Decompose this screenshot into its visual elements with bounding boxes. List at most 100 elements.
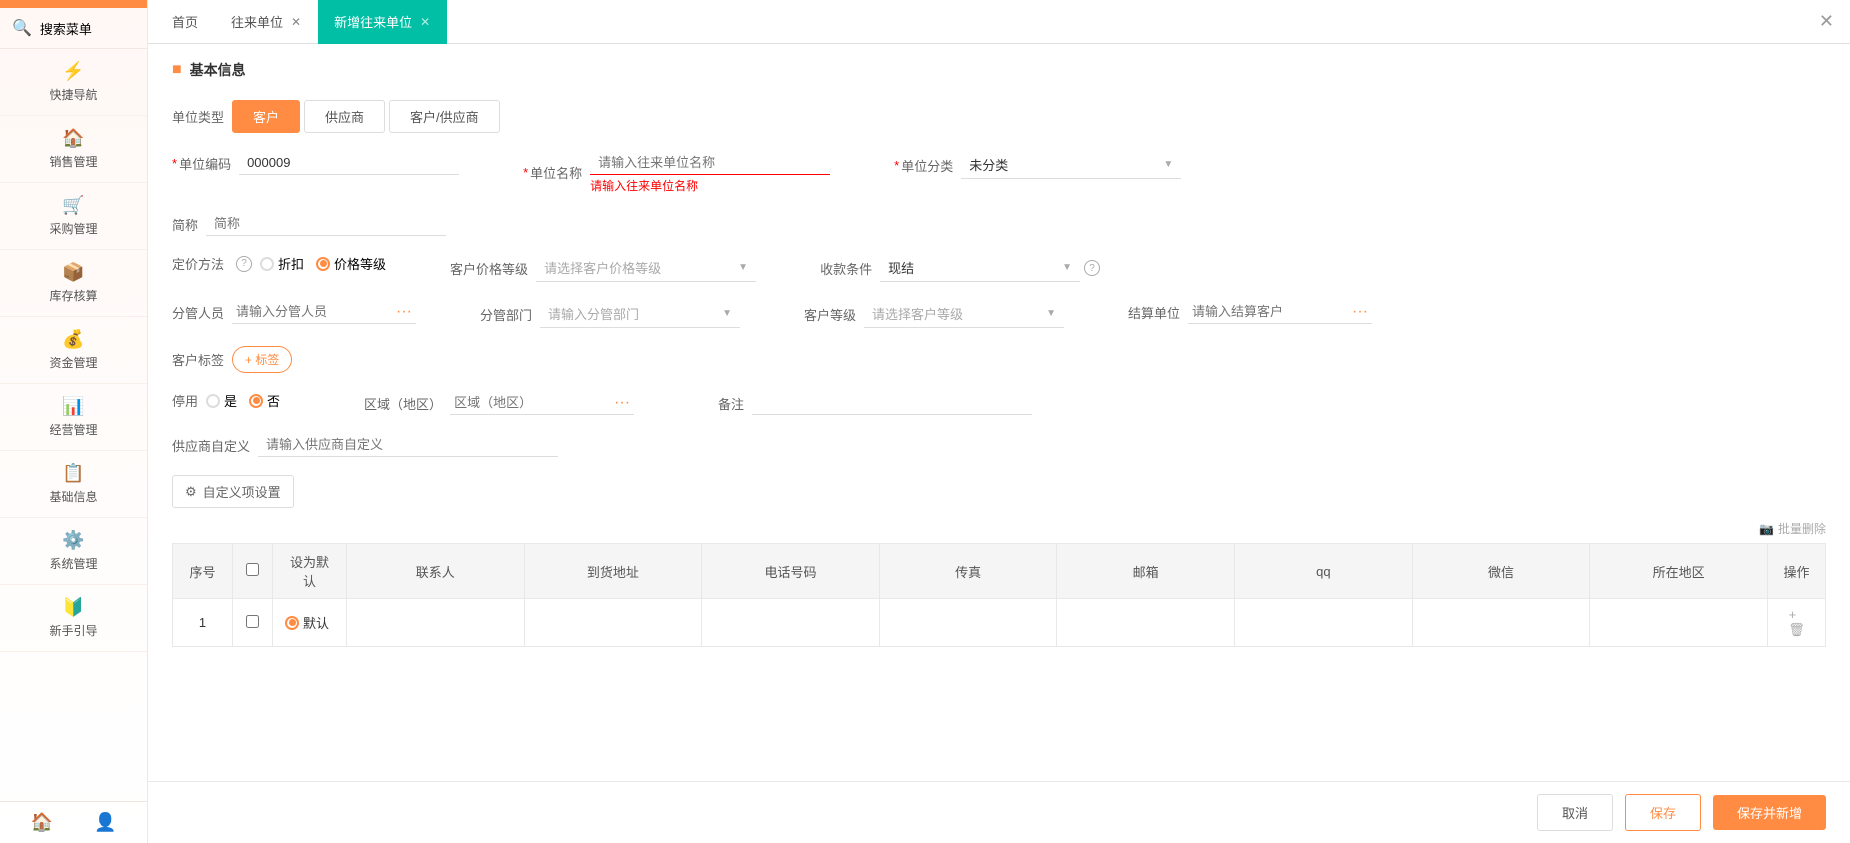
unit-type-row: 单位类型 客户 供应商 客户/供应商 [172, 100, 1826, 133]
department-arrow-icon: ▼ [722, 308, 732, 319]
row-phone-input[interactable] [714, 615, 867, 630]
purchase-icon: 🛒 [62, 195, 84, 216]
customer-level-label: 客户等级 [804, 305, 856, 324]
th-region: 所在地区 [1590, 544, 1768, 599]
row-add-icon[interactable]: + [1789, 607, 1797, 622]
row-contact[interactable] [347, 599, 525, 647]
sidebar-item-label: 系统管理 [49, 555, 97, 572]
type-btn-customer[interactable]: 客户 [232, 100, 300, 133]
disabled-radio-no-label: 否 [267, 391, 280, 410]
abbr-row: 简称 [172, 212, 1826, 236]
add-tag-button[interactable]: + 标签 [232, 346, 292, 373]
tab-counterparties-close[interactable]: ✕ [291, 15, 301, 29]
department-select[interactable]: 请输入分管部门 ▼ [540, 300, 740, 328]
settlement-unit-label: 结算单位 [1128, 303, 1180, 322]
sidebar-item-sales[interactable]: 🏠 销售管理 [0, 116, 147, 183]
row-region[interactable] [1590, 599, 1768, 647]
row-phone[interactable] [702, 599, 880, 647]
disabled-radio-no-outer [249, 394, 263, 408]
type-btn-supplier[interactable]: 供应商 [304, 100, 385, 133]
sidebar-home-icon[interactable]: 🏠 [31, 812, 53, 833]
supplier-custom-input[interactable] [258, 433, 558, 457]
row-region-input[interactable] [1602, 615, 1755, 630]
unit-category-select[interactable]: 未分类 ▼ [961, 151, 1181, 179]
row-checkbox[interactable] [233, 599, 273, 647]
region-input[interactable] [450, 391, 610, 414]
unit-type-label: 单位类型 [172, 107, 224, 126]
sidebar-item-base-info[interactable]: 📋 基础信息 [0, 451, 147, 518]
sidebar-bottom: 🏠 👤 [0, 801, 147, 843]
disabled-radio-yes-label: 是 [224, 391, 237, 410]
sidebar-item-label: 快捷导航 [49, 86, 97, 103]
unit-type-buttons: 客户 供应商 客户/供应商 [232, 100, 500, 133]
batch-delete-label[interactable]: 批量删除 [1778, 520, 1826, 537]
customer-level-field: 客户等级 请选择客户等级 ▼ [804, 300, 1064, 328]
tab-bar-close-icon[interactable]: ✕ [1811, 11, 1842, 32]
tab-counterparties[interactable]: 往来单位 ✕ [215, 0, 318, 44]
disabled-radio-no[interactable]: 否 [249, 391, 280, 410]
th-checkbox[interactable] [233, 544, 273, 599]
row-delivery-addr[interactable] [524, 599, 702, 647]
row-email[interactable] [1057, 599, 1235, 647]
remark-input[interactable] [752, 391, 1032, 415]
row-wechat[interactable] [1412, 599, 1590, 647]
row-delivery-addr-input[interactable] [537, 615, 690, 630]
customer-level-arrow-icon: ▼ [1046, 308, 1056, 319]
sidebar-item-inventory[interactable]: 📦 库存核算 [0, 250, 147, 317]
row-delete-icon[interactable]: 🗑 [1788, 622, 1805, 637]
sidebar-user-icon[interactable]: 👤 [94, 812, 116, 833]
row-contact-input[interactable] [359, 615, 512, 630]
customer-level-select[interactable]: 请选择客户等级 ▼ [864, 300, 1064, 328]
abbr-input[interactable] [206, 212, 446, 236]
disabled-radio-yes[interactable]: 是 [206, 391, 237, 410]
sidebar-search[interactable]: 🔍 搜索菜单 [0, 8, 147, 49]
custom-settings-button[interactable]: ⚙ 自定义项设置 [172, 475, 294, 508]
row-qq[interactable] [1234, 599, 1412, 647]
sidebar-item-purchase[interactable]: 🛒 采购管理 [0, 183, 147, 250]
settlement-unit-ellipsis-icon[interactable]: ··· [1348, 303, 1372, 321]
sidebar-item-new-guide[interactable]: 🔰 新手引导 [0, 585, 147, 652]
row-checkbox-input[interactable] [246, 615, 259, 628]
type-btn-both[interactable]: 客户/供应商 [389, 100, 500, 133]
sidebar-item-operations[interactable]: 📊 经营管理 [0, 384, 147, 451]
department-placeholder: 请输入分管部门 [548, 304, 639, 323]
manager-ellipsis-icon[interactable]: ··· [392, 303, 416, 321]
payment-terms-select[interactable]: 现结 ▼ [880, 254, 1080, 282]
customer-price-level-select[interactable]: 请选择客户价格等级 ▼ [536, 254, 756, 282]
cancel-button[interactable]: 取消 [1537, 794, 1613, 831]
row-default[interactable]: 默认 [273, 599, 347, 647]
sidebar-item-system[interactable]: ⚙️ 系统管理 [0, 518, 147, 585]
unit-code-input[interactable] [239, 151, 459, 175]
th-fax: 传真 [879, 544, 1057, 599]
sidebar-item-label: 采购管理 [49, 220, 97, 237]
th-seq: 序号 [173, 544, 233, 599]
save-button[interactable]: 保存 [1625, 794, 1701, 831]
row-fax[interactable] [879, 599, 1057, 647]
settlement-unit-input[interactable] [1188, 300, 1348, 323]
new-guide-icon: 🔰 [62, 597, 84, 618]
tab-new-counterparty[interactable]: 新增往来单位 ✕ [318, 0, 447, 44]
disabled-radio-group: 是 否 [206, 391, 280, 410]
sidebar-item-finance[interactable]: 💰 资金管理 [0, 317, 147, 384]
pricing-radio-price-level[interactable]: 价格等级 [316, 254, 386, 273]
row-default-radio[interactable]: 默认 [285, 613, 334, 632]
row-email-input[interactable] [1069, 615, 1222, 630]
tab-home[interactable]: 首页 [156, 0, 215, 44]
save-new-button[interactable]: 保存并新增 [1713, 795, 1826, 830]
select-all-checkbox[interactable] [246, 563, 259, 576]
sidebar-item-quick-nav[interactable]: ⚡ 快捷导航 [0, 49, 147, 116]
unit-category-label: 单位分类 [901, 156, 953, 175]
tab-counterparties-label: 往来单位 [231, 12, 283, 31]
tab-new-counterparty-close[interactable]: ✕ [420, 15, 430, 29]
unit-name-input[interactable] [590, 151, 830, 175]
pricing-radio-discount[interactable]: 折扣 [260, 254, 304, 273]
payment-terms-help-icon[interactable]: ? [1084, 260, 1100, 276]
row-operation[interactable]: + 🗑 [1767, 599, 1825, 647]
unit-name-wrap: 请输入往来单位名称 [590, 151, 830, 194]
row-fax-input[interactable] [892, 615, 1045, 630]
pricing-method-help-icon[interactable]: ? [236, 256, 252, 272]
manager-input[interactable] [232, 300, 392, 323]
region-ellipsis-icon[interactable]: ··· [610, 394, 634, 412]
row-qq-input[interactable] [1247, 615, 1400, 630]
row-wechat-input[interactable] [1425, 615, 1578, 630]
